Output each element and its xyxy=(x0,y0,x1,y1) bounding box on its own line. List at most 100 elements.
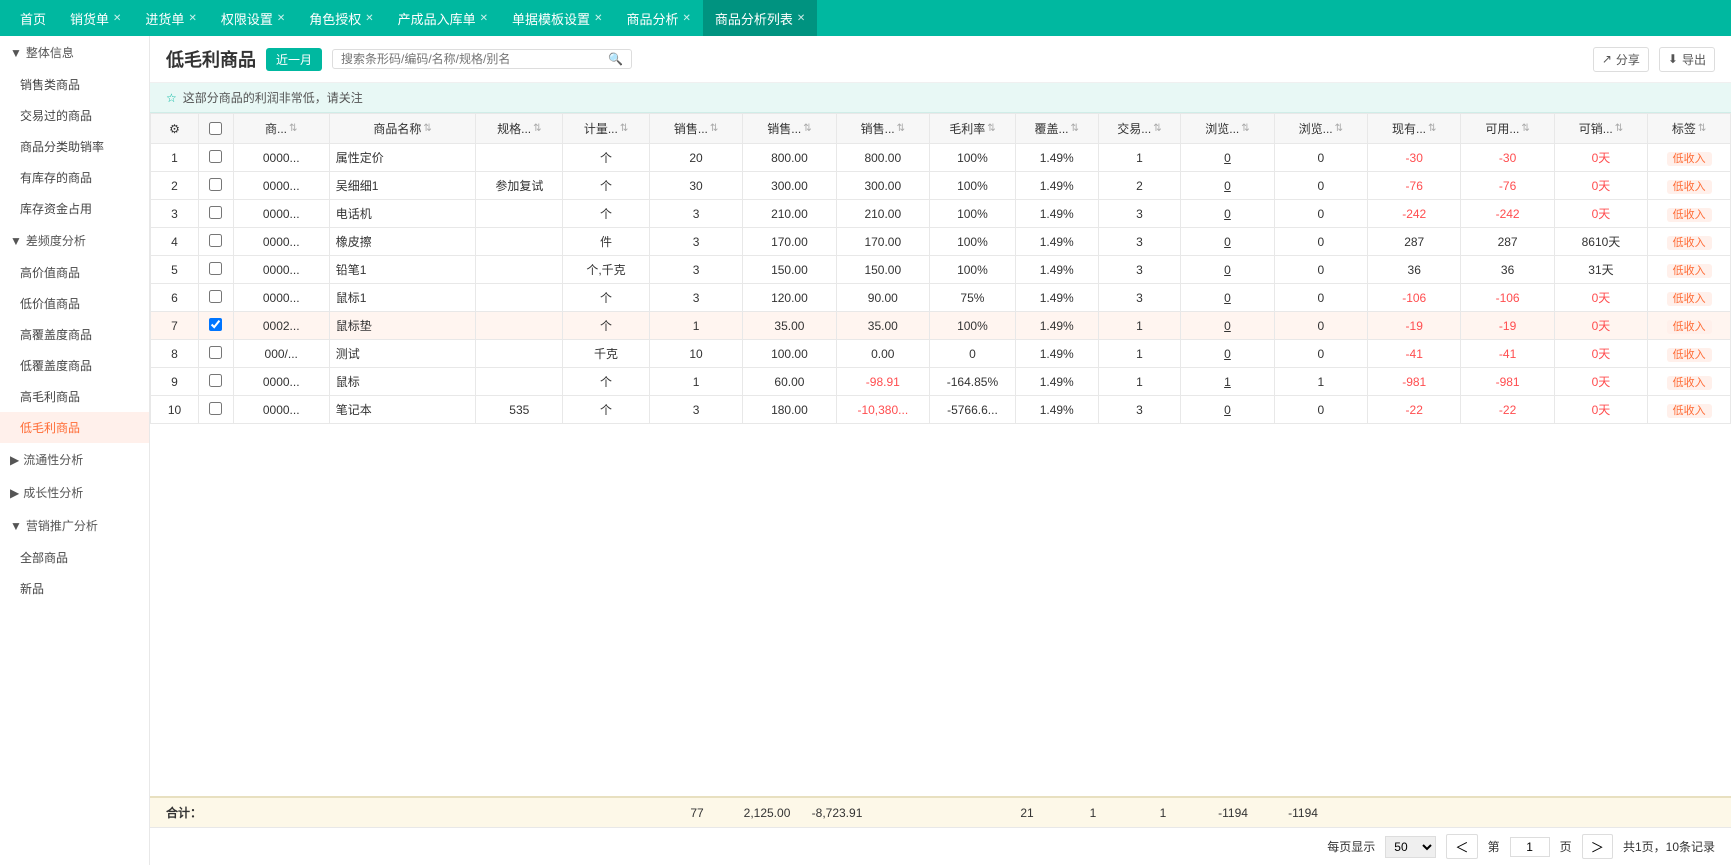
nav-sales-close[interactable]: ✕ xyxy=(113,13,121,24)
row-checkbox[interactable] xyxy=(199,256,234,284)
export-button[interactable]: ⬇ 导出 xyxy=(1659,47,1715,72)
row-name[interactable]: 鼠标 xyxy=(329,368,476,396)
row-view1[interactable]: 0 xyxy=(1181,396,1274,424)
th-tag[interactable]: 标签 ⇅ xyxy=(1648,114,1731,144)
row-view1[interactable]: 0 xyxy=(1181,340,1274,368)
sidebar-item-high-value[interactable]: 高价值商品 xyxy=(0,257,149,288)
th-coverage[interactable]: 覆盖... ⇅ xyxy=(1015,114,1098,144)
row-view1[interactable]: 1 xyxy=(1181,368,1274,396)
per-page-select[interactable]: 50 100 200 xyxy=(1385,836,1436,858)
nav-product-analysis-list-close[interactable]: ✕ xyxy=(797,13,805,24)
th-gross-rate[interactable]: 毛利率 ⇅ xyxy=(930,114,1016,144)
sidebar-item-low-coverage[interactable]: 低覆盖度商品 xyxy=(0,350,149,381)
row-checkbox[interactable] xyxy=(199,340,234,368)
row-name[interactable]: 笔记本 xyxy=(329,396,476,424)
nav-product-entry[interactable]: 产成品入库单 ✕ xyxy=(386,0,500,36)
sidebar-item-all-goods[interactable]: 全部商品 xyxy=(0,542,149,573)
row-checkbox[interactable] xyxy=(199,200,234,228)
th-sellable[interactable]: 可销... ⇅ xyxy=(1554,114,1647,144)
row-select-checkbox[interactable] xyxy=(209,318,222,331)
sidebar-item-category-rate[interactable]: 商品分类助销率 xyxy=(0,131,149,162)
nav-permission-close[interactable]: ✕ xyxy=(277,13,285,24)
nav-product-analysis[interactable]: 商品分析 ✕ xyxy=(614,0,702,36)
row-view1[interactable]: 0 xyxy=(1181,256,1274,284)
th-sales-gross[interactable]: 销售... ⇅ xyxy=(836,114,929,144)
row-select-checkbox[interactable] xyxy=(209,234,222,247)
row-checkbox[interactable] xyxy=(199,312,234,340)
row-select-checkbox[interactable] xyxy=(209,206,222,219)
nav-product-entry-close[interactable]: ✕ xyxy=(480,13,488,24)
sidebar-item-traded-goods[interactable]: 交易过的商品 xyxy=(0,100,149,131)
nav-sales[interactable]: 销货单 ✕ xyxy=(58,0,133,36)
th-available[interactable]: 可用... ⇅ xyxy=(1461,114,1554,144)
th-sales-price[interactable]: 销售... ⇅ xyxy=(743,114,836,144)
row-name[interactable]: 吴细细1 xyxy=(329,172,476,200)
nav-template-close[interactable]: ✕ xyxy=(594,13,602,24)
sidebar-item-sales-goods[interactable]: 销售类商品 xyxy=(0,69,149,100)
row-name[interactable]: 橡皮擦 xyxy=(329,228,476,256)
select-all-checkbox[interactable] xyxy=(209,122,222,135)
row-checkbox[interactable] xyxy=(199,396,234,424)
row-name[interactable]: 鼠标垫 xyxy=(329,312,476,340)
row-name[interactable]: 电话机 xyxy=(329,200,476,228)
nav-role-close[interactable]: ✕ xyxy=(365,13,373,24)
th-unit[interactable]: 计量... ⇅ xyxy=(563,114,650,144)
th-sales-qty[interactable]: 销售... ⇅ xyxy=(649,114,742,144)
row-checkbox[interactable] xyxy=(199,172,234,200)
nav-product-analysis-list[interactable]: 商品分析列表 ✕ xyxy=(703,0,817,36)
sidebar-group-flow[interactable]: ▶ 流通性分析 xyxy=(0,443,149,476)
row-select-checkbox[interactable] xyxy=(209,374,222,387)
nav-purchase-close[interactable]: ✕ xyxy=(188,13,196,24)
row-select-checkbox[interactable] xyxy=(209,402,222,415)
th-spec[interactable]: 规格... ⇅ xyxy=(476,114,563,144)
sidebar-group-overall[interactable]: ▼ 整体信息 xyxy=(0,36,149,69)
nav-product-analysis-close[interactable]: ✕ xyxy=(682,13,690,24)
row-view1[interactable]: 0 xyxy=(1181,144,1274,172)
th-name[interactable]: 商品名称 ⇅ xyxy=(329,114,476,144)
th-settings[interactable]: ⚙ xyxy=(151,114,199,144)
sidebar-item-stock-capital[interactable]: 库存资金占用 xyxy=(0,193,149,224)
nav-template[interactable]: 单据模板设置 ✕ xyxy=(500,0,614,36)
next-page-button[interactable]: ＞ xyxy=(1582,834,1613,859)
sidebar-group-growth[interactable]: ▶ 成长性分析 xyxy=(0,476,149,509)
sidebar-item-high-coverage[interactable]: 高覆盖度商品 xyxy=(0,319,149,350)
row-checkbox[interactable] xyxy=(199,144,234,172)
row-name[interactable]: 鼠标1 xyxy=(329,284,476,312)
sidebar-item-new-goods[interactable]: 新品 xyxy=(0,573,149,604)
row-name[interactable]: 铅笔1 xyxy=(329,256,476,284)
th-code[interactable]: 商... ⇅ xyxy=(233,114,329,144)
th-view1[interactable]: 浏览... ⇅ xyxy=(1181,114,1274,144)
row-name[interactable]: 测试 xyxy=(329,340,476,368)
th-current[interactable]: 现有... ⇅ xyxy=(1368,114,1461,144)
row-select-checkbox[interactable] xyxy=(209,346,222,359)
period-button[interactable]: 近一月 xyxy=(266,48,322,71)
row-checkbox[interactable] xyxy=(199,284,234,312)
row-view1[interactable]: 0 xyxy=(1181,312,1274,340)
nav-permission[interactable]: 权限设置 ✕ xyxy=(209,0,297,36)
row-view1[interactable]: 0 xyxy=(1181,228,1274,256)
sidebar-item-low-margin[interactable]: 低毛利商品 xyxy=(0,412,149,443)
row-checkbox[interactable] xyxy=(199,368,234,396)
page-number-input[interactable] xyxy=(1510,837,1550,857)
sidebar-item-high-margin[interactable]: 高毛利商品 xyxy=(0,381,149,412)
row-view1[interactable]: 0 xyxy=(1181,200,1274,228)
row-select-checkbox[interactable] xyxy=(209,178,222,191)
search-input[interactable] xyxy=(341,52,602,66)
row-name[interactable]: 属性定价 xyxy=(329,144,476,172)
row-select-checkbox[interactable] xyxy=(209,262,222,275)
row-checkbox[interactable] xyxy=(199,228,234,256)
row-select-checkbox[interactable] xyxy=(209,150,222,163)
nav-role[interactable]: 角色授权 ✕ xyxy=(297,0,385,36)
nav-home[interactable]: 首页 xyxy=(8,0,58,36)
prev-page-button[interactable]: ＜ xyxy=(1446,834,1477,859)
sidebar-group-marketing[interactable]: ▼ 营销推广分析 xyxy=(0,509,149,542)
sidebar-group-freq[interactable]: ▼ 差频度分析 xyxy=(0,224,149,257)
row-view1[interactable]: 0 xyxy=(1181,172,1274,200)
nav-purchase[interactable]: 进货单 ✕ xyxy=(133,0,208,36)
share-button[interactable]: ↗ 分享 xyxy=(1593,47,1649,72)
sidebar-item-stocked-goods[interactable]: 有库存的商品 xyxy=(0,162,149,193)
th-view2[interactable]: 浏览... ⇅ xyxy=(1274,114,1367,144)
row-select-checkbox[interactable] xyxy=(209,290,222,303)
row-view1[interactable]: 0 xyxy=(1181,284,1274,312)
th-checkbox[interactable] xyxy=(199,114,234,144)
